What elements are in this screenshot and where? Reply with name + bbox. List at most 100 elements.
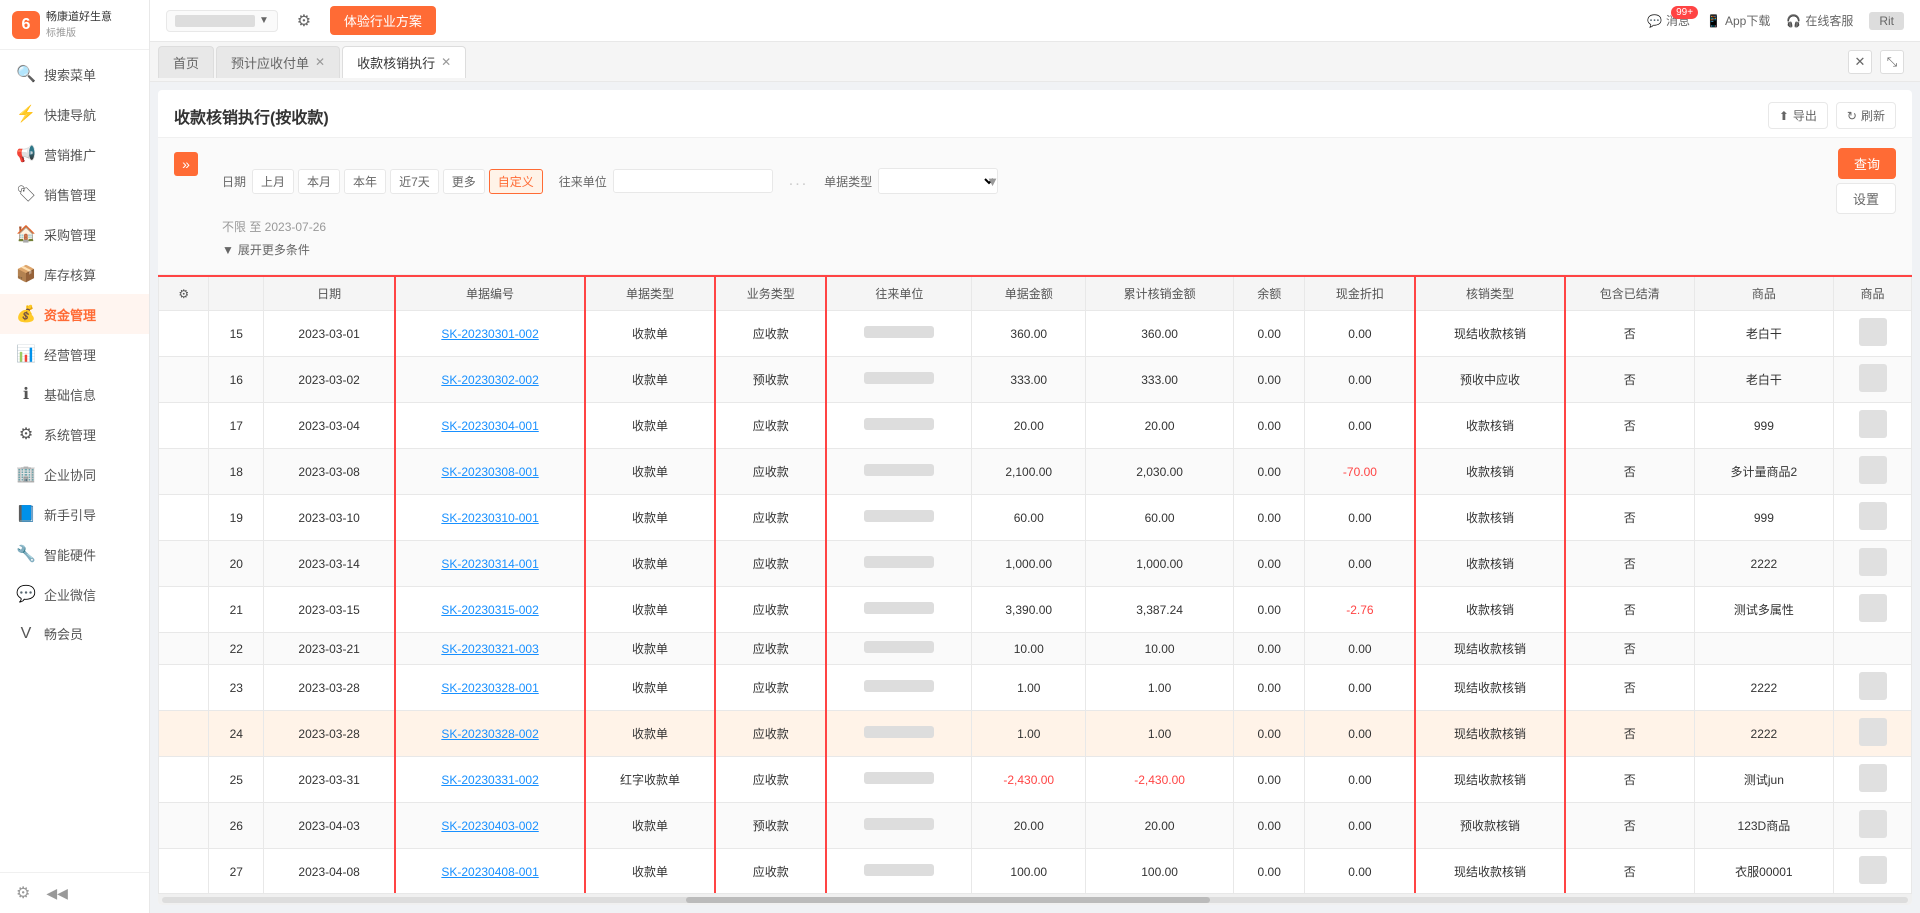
date-btn-thismonth[interactable]: 本月: [298, 169, 340, 194]
th-doc-no[interactable]: 单据编号: [395, 276, 585, 311]
th-doc-type[interactable]: 单据类型: [585, 276, 715, 311]
sidebar-item-search[interactable]: 🔍 搜索菜单: [0, 54, 149, 94]
cell-checkbox[interactable]: [159, 541, 209, 587]
sidebar-item-guide[interactable]: 📘 新手引导: [0, 494, 149, 534]
cell-checkbox[interactable]: [159, 803, 209, 849]
module-dropdown[interactable]: ▼: [166, 10, 278, 32]
cell-doc-no[interactable]: SK-20230302-002: [395, 357, 585, 403]
th-settings[interactable]: ⚙: [159, 276, 209, 311]
sidebar-item-hardware[interactable]: 🔧 智能硬件: [0, 534, 149, 574]
cell-doc-no-link[interactable]: SK-20230315-002: [441, 603, 538, 617]
sidebar-collapse-icon[interactable]: ◀◀: [46, 885, 68, 902]
cell-checkbox[interactable]: [159, 449, 209, 495]
cell-checkbox[interactable]: [159, 403, 209, 449]
sidebar-item-wechat[interactable]: 💬 企业微信: [0, 574, 149, 614]
query-btn[interactable]: 查询: [1838, 148, 1896, 179]
partner-input[interactable]: [613, 169, 773, 193]
cell-doc-no-link[interactable]: SK-20230302-002: [441, 373, 538, 387]
sidebar-item-purchase[interactable]: 🏠 采购管理: [0, 214, 149, 254]
tab-close-all-btn[interactable]: ✕: [1848, 50, 1872, 74]
tab-collection-nuclear[interactable]: 收款核销执行 ✕: [342, 46, 466, 78]
solution-btn[interactable]: 体验行业方案: [330, 6, 436, 35]
scrollbar-thumb[interactable]: [686, 897, 1210, 903]
messages-btn[interactable]: 💬 消息 99+: [1647, 12, 1690, 29]
expand-more-btn[interactable]: ▼ 展开更多条件: [222, 241, 1896, 258]
cell-doc-no[interactable]: SK-20230301-002: [395, 311, 585, 357]
refresh-btn[interactable]: ↻ 刷新: [1836, 102, 1896, 129]
th-product2[interactable]: 商品: [1834, 276, 1912, 311]
cell-checkbox[interactable]: [159, 665, 209, 711]
th-nuclear-type[interactable]: 核销类型: [1415, 276, 1564, 311]
cell-doc-no[interactable]: SK-20230321-003: [395, 633, 585, 665]
cell-checkbox[interactable]: [159, 357, 209, 403]
th-date[interactable]: 日期: [264, 276, 396, 311]
sidebar-item-quick[interactable]: ⚡ 快捷导航: [0, 94, 149, 134]
cell-checkbox[interactable]: [159, 633, 209, 665]
th-amount[interactable]: 单据金额: [972, 276, 1086, 311]
sidebar-item-basic[interactable]: ℹ 基础信息: [0, 374, 149, 414]
cell-doc-no[interactable]: SK-20230315-002: [395, 587, 585, 633]
filter-setting-btn[interactable]: 设置: [1836, 183, 1896, 214]
sidebar-settings-icon[interactable]: ⚙: [16, 883, 30, 903]
cell-doc-no[interactable]: SK-20230304-001: [395, 403, 585, 449]
scrollbar-track[interactable]: [162, 897, 1908, 903]
cell-doc-no-link[interactable]: SK-20230314-001: [441, 557, 538, 571]
date-btn-custom[interactable]: 自定义: [489, 169, 543, 194]
tab-collection-nuclear-close[interactable]: ✕: [441, 55, 451, 69]
tab-expand-btn[interactable]: ⤡: [1880, 50, 1904, 74]
horizontal-scrollbar[interactable]: [158, 893, 1912, 905]
tab-home[interactable]: 首页: [158, 46, 214, 78]
cell-doc-no-link[interactable]: SK-20230310-001: [441, 511, 538, 525]
date-btn-more[interactable]: 更多: [443, 169, 485, 194]
cell-doc-no-link[interactable]: SK-20230328-002: [441, 727, 538, 741]
cell-doc-no-link[interactable]: SK-20230408-001: [441, 865, 538, 879]
sidebar-item-member[interactable]: V 畅会员: [0, 614, 149, 653]
cell-doc-no[interactable]: SK-20230328-002: [395, 711, 585, 757]
export-btn[interactable]: ⬆ 导出: [1768, 102, 1828, 129]
cell-doc-no-link[interactable]: SK-20230304-001: [441, 419, 538, 433]
cell-doc-no-link[interactable]: SK-20230328-001: [441, 681, 538, 695]
th-cash-discount[interactable]: 现金折扣: [1305, 276, 1415, 311]
th-verified-amount[interactable]: 累计核销金额: [1086, 276, 1234, 311]
sidebar-item-enterprise[interactable]: 🏢 企业协同: [0, 454, 149, 494]
th-biz-type[interactable]: 业务类型: [715, 276, 826, 311]
filter-toggle-btn[interactable]: »: [174, 152, 198, 176]
header-settings-btn[interactable]: ⚙: [290, 7, 318, 35]
sidebar-item-finance[interactable]: 💰 资金管理: [0, 294, 149, 334]
cell-checkbox[interactable]: [159, 757, 209, 803]
cell-checkbox[interactable]: [159, 311, 209, 357]
cell-doc-no[interactable]: SK-20230310-001: [395, 495, 585, 541]
cell-doc-no-link[interactable]: SK-20230403-002: [441, 819, 538, 833]
cell-doc-no-link[interactable]: SK-20230321-003: [441, 642, 538, 656]
cell-doc-no-link[interactable]: SK-20230308-001: [441, 465, 538, 479]
sidebar-item-operations[interactable]: 📊 经营管理: [0, 334, 149, 374]
cell-doc-no[interactable]: SK-20230314-001: [395, 541, 585, 587]
sidebar-item-inventory[interactable]: 📦 库存核算: [0, 254, 149, 294]
online-service-btn[interactable]: 🎧 在线客服: [1786, 12, 1853, 29]
tab-pre-receivable-close[interactable]: ✕: [315, 55, 325, 69]
cell-doc-no[interactable]: SK-20230403-002: [395, 803, 585, 849]
app-download-btn[interactable]: 📱 App下载: [1706, 12, 1770, 29]
sidebar-item-marketing[interactable]: 📢 营销推广: [0, 134, 149, 174]
th-product[interactable]: 商品: [1694, 276, 1833, 311]
cell-doc-no-link[interactable]: SK-20230331-002: [441, 773, 538, 787]
th-include-settled[interactable]: 包含已结清: [1565, 276, 1694, 311]
cell-doc-no[interactable]: SK-20230331-002: [395, 757, 585, 803]
date-btn-lastmonth[interactable]: 上月: [252, 169, 294, 194]
cell-checkbox[interactable]: [159, 849, 209, 894]
cell-doc-no[interactable]: SK-20230328-001: [395, 665, 585, 711]
cell-doc-no[interactable]: SK-20230408-001: [395, 849, 585, 894]
cell-checkbox[interactable]: [159, 587, 209, 633]
receipt-type-select[interactable]: [878, 168, 998, 194]
th-partner[interactable]: 往来单位: [826, 276, 971, 311]
cell-checkbox[interactable]: [159, 711, 209, 757]
cell-doc-no[interactable]: SK-20230308-001: [395, 449, 585, 495]
th-balance[interactable]: 余额: [1233, 276, 1305, 311]
sidebar-item-sales[interactable]: 🏷 销售管理: [0, 174, 149, 214]
tab-pre-receivable[interactable]: 预计应收付单 ✕: [216, 46, 340, 78]
cell-checkbox[interactable]: [159, 495, 209, 541]
cell-doc-no-link[interactable]: SK-20230301-002: [441, 327, 538, 341]
date-btn-thisyear[interactable]: 本年: [344, 169, 386, 194]
sidebar-item-system[interactable]: ⚙ 系统管理: [0, 414, 149, 454]
date-btn-7days[interactable]: 近7天: [390, 169, 439, 194]
